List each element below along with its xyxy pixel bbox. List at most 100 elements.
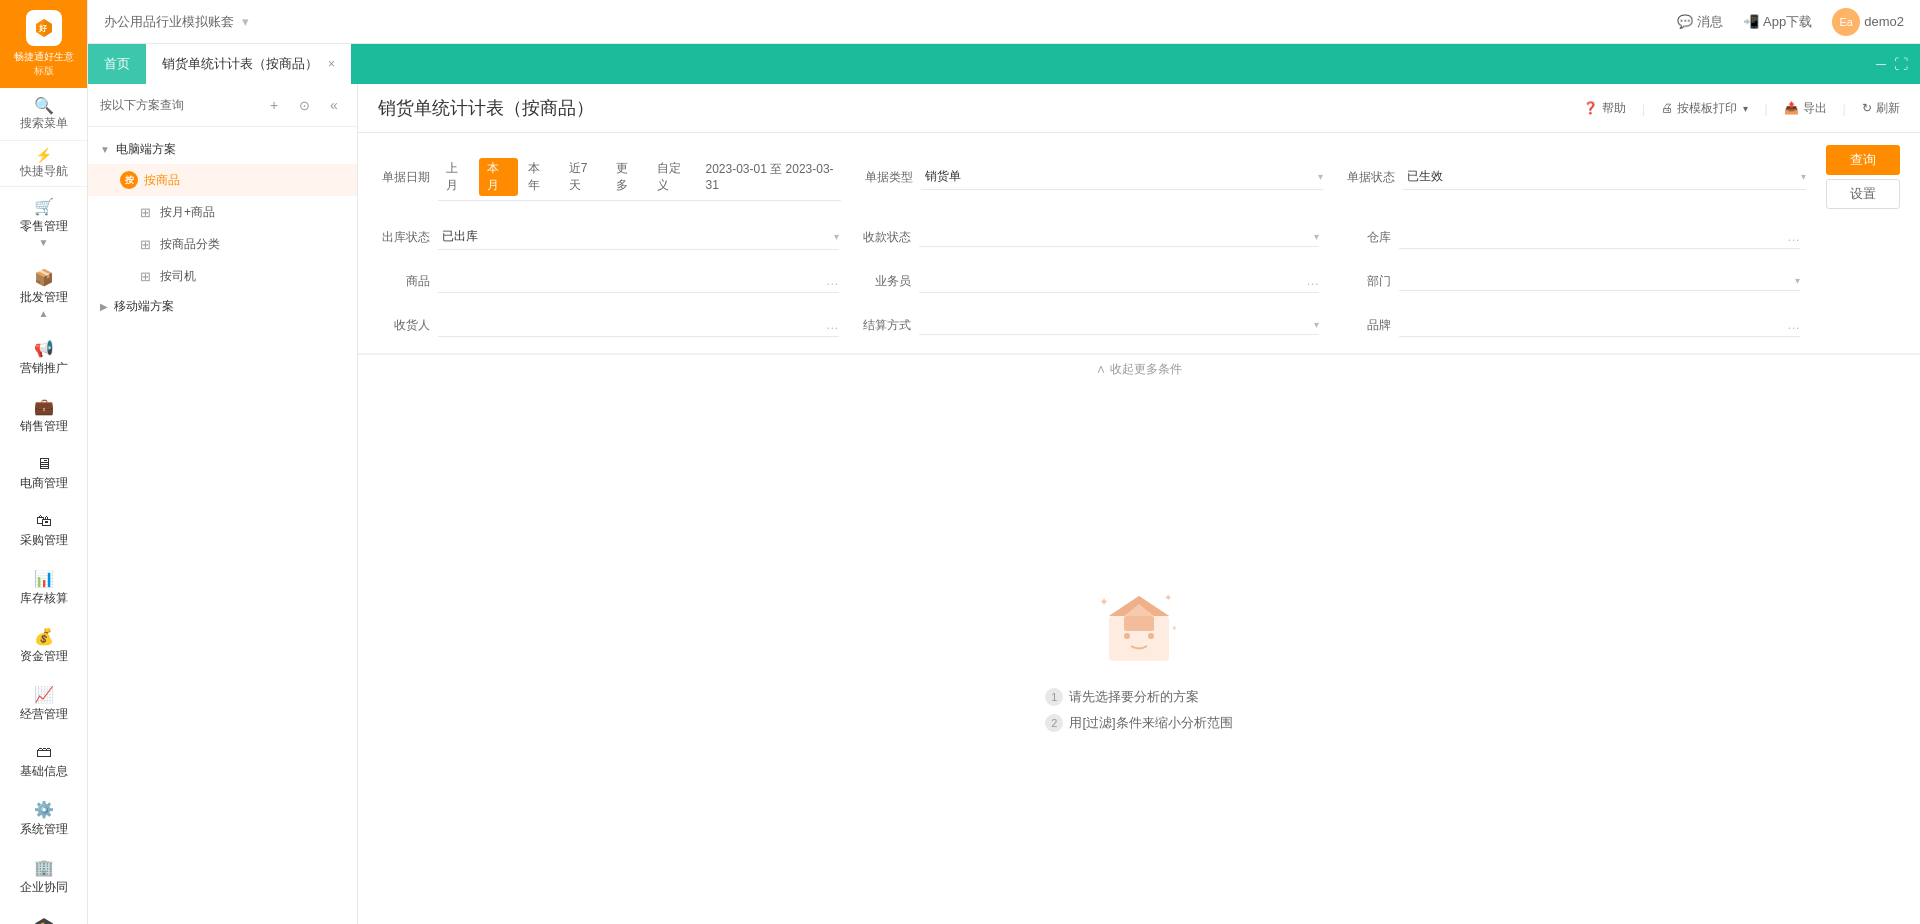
sidebar-item-sales[interactable]: 💼 销售管理 — [0, 387, 87, 445]
operation-icon: 📈 — [34, 685, 54, 704]
marketing-icon: 📢 — [34, 339, 54, 358]
tab-home[interactable]: 首页 — [88, 44, 146, 84]
messages-icon: 💬 — [1677, 14, 1693, 29]
ecommerce-icon: 🖥 — [36, 455, 52, 473]
sidebar-item-inventory[interactable]: 📊 库存核算 — [0, 559, 87, 617]
scheme-settings-btn[interactable]: ⊙ — [293, 94, 315, 116]
scheme-grid-icon-3: ⊞ — [136, 267, 154, 285]
sidebar-item-ecommerce[interactable]: 🖥 电商管理 — [0, 445, 87, 502]
search-menu[interactable]: 🔍 搜索菜单 — [0, 88, 87, 141]
dept-arrow: ▾ — [1795, 275, 1800, 286]
industry-dropdown[interactable]: ▾ — [242, 14, 249, 29]
brand-dots[interactable]: … — [1787, 317, 1800, 332]
sidebar-item-operation[interactable]: 📈 经营管理 — [0, 675, 87, 733]
date-btn-this-year[interactable]: 本年 — [520, 158, 559, 196]
doc-status-input[interactable]: 已生效 ▾ — [1403, 164, 1806, 190]
tab-close-icon[interactable]: × — [328, 57, 335, 71]
sidebar-item-wholesale[interactable]: 📦 批发管理 ▲ — [0, 258, 87, 329]
help-action[interactable]: ❓ 帮助 — [1583, 100, 1626, 117]
product-label: 商品 — [378, 273, 438, 290]
export-action[interactable]: 📤 导出 — [1784, 100, 1827, 117]
salesman-input[interactable]: … — [919, 269, 1320, 293]
user-profile[interactable]: Ea demo2 — [1832, 8, 1904, 36]
sidebar-item-newbie[interactable]: 🎓 新手引导 — [0, 906, 87, 924]
app-download-icon: 📲 — [1743, 14, 1759, 29]
retail-expand: ▼ — [39, 237, 49, 248]
messages-action[interactable]: 💬 消息 — [1677, 13, 1723, 31]
out-status-value: 已出库 — [438, 228, 834, 245]
setting-button[interactable]: 设置 — [1826, 179, 1900, 209]
scheme-by-product[interactable]: 按 按商品 — [88, 164, 357, 196]
basic-icon: 🗃 — [36, 743, 52, 761]
brand-input[interactable]: … — [1399, 313, 1800, 337]
pc-scheme-label: 电脑端方案 — [116, 141, 176, 158]
action-buttons: 查询 设置 — [1826, 145, 1900, 209]
receiver-dots[interactable]: … — [826, 317, 839, 332]
receive-status-arrow: ▾ — [1314, 231, 1319, 242]
warehouse-input[interactable]: … — [1399, 225, 1800, 249]
app-download-action[interactable]: 📲 App下载 — [1743, 13, 1812, 31]
doc-date-field: 单据日期 上月 本月 本年 近7天 更多 自定义 2023-03-01 至 20… — [378, 154, 841, 201]
dept-field: 部门 ▾ — [1339, 265, 1800, 297]
collapse-bar[interactable]: ∧ 收起更多条件 — [358, 354, 1920, 384]
pc-scheme-group[interactable]: ▼ 电脑端方案 — [88, 135, 357, 164]
date-btn-more[interactable]: 更多 — [608, 158, 647, 196]
tabbar-actions: ─ ⛶ — [1876, 56, 1920, 72]
sidebar-item-marketing[interactable]: 📢 营销推广 — [0, 329, 87, 387]
mobile-scheme-group[interactable]: ▶ 移动端方案 — [88, 292, 357, 321]
date-btn-last-month[interactable]: 上月 — [438, 158, 477, 196]
payment-arrow: ▾ — [1314, 319, 1319, 330]
svg-text:✦: ✦ — [1171, 624, 1178, 633]
collapse-label: ∧ 收起更多条件 — [1096, 362, 1181, 376]
scheme-by-driver[interactable]: ⊞ 按司机 — [88, 260, 357, 292]
dept-input[interactable]: ▾ — [1399, 271, 1800, 291]
add-scheme-btn[interactable]: + — [263, 94, 285, 116]
date-btn-7days[interactable]: 近7天 — [561, 158, 606, 196]
logo-icon: 好 — [26, 10, 62, 46]
doc-status-label: 单据状态 — [1343, 169, 1403, 186]
receive-status-label: 收款状态 — [859, 229, 919, 246]
date-btn-this-month[interactable]: 本月 — [479, 158, 518, 196]
receiver-input[interactable]: … — [438, 313, 839, 337]
product-input[interactable]: … — [438, 269, 839, 293]
tab-sales-stats[interactable]: 销货单统计计表（按商品） × — [146, 44, 351, 84]
sidebar-item-company[interactable]: 🏢 企业协同 — [0, 848, 87, 906]
salesman-dots[interactable]: … — [1306, 273, 1319, 288]
empty-illustration: ✦ ✦ ✦ — [1089, 576, 1189, 676]
svg-text:✦: ✦ — [1164, 592, 1172, 603]
filter-section: 单据日期 上月 本月 本年 近7天 更多 自定义 2023-03-01 至 20… — [358, 133, 1920, 354]
sidebar-item-basic[interactable]: 🗃 基础信息 — [0, 733, 87, 790]
salesman-label: 业务员 — [859, 273, 919, 290]
sidebar-item-finance[interactable]: 💰 资金管理 — [0, 617, 87, 675]
empty-tip-2: 2 用[过滤]条件来缩小分析范围 — [1045, 714, 1232, 732]
sidebar-item-system[interactable]: ⚙️ 系统管理 — [0, 790, 87, 848]
home-label: 首页 — [104, 55, 130, 73]
scheme-grid-icon-2: ⊞ — [136, 235, 154, 253]
tab-maximize-icon[interactable]: ⛶ — [1894, 56, 1908, 72]
scheme-by-month-product[interactable]: ⊞ 按月+商品 — [88, 196, 357, 228]
empty-tip-1: 1 请先选择要分析的方案 — [1045, 688, 1232, 706]
retail-icon: 🛒 — [34, 197, 54, 216]
tip-num-1: 1 — [1045, 688, 1063, 706]
product-dots[interactable]: … — [826, 273, 839, 288]
sidebar-item-retail[interactable]: 🛒 零售管理 ▼ — [0, 187, 87, 258]
doc-type-arrow: ▾ — [1318, 171, 1323, 182]
doc-date-label: 单据日期 — [378, 169, 438, 186]
refresh-action[interactable]: ↻ 刷新 — [1862, 100, 1900, 117]
panel-collapse-btn[interactable]: « — [323, 94, 345, 116]
warehouse-dots[interactable]: … — [1787, 229, 1800, 244]
doc-type-input[interactable]: 销货单 ▾ — [921, 164, 1324, 190]
date-btn-custom[interactable]: 自定义 — [649, 158, 699, 196]
out-status-label: 出库状态 — [378, 229, 438, 246]
scheme-by-category[interactable]: ⊞ 按商品分类 — [88, 228, 357, 260]
print-action[interactable]: 🖨 按模板打印 ▾ — [1661, 100, 1748, 117]
query-button[interactable]: 查询 — [1826, 145, 1900, 175]
tab-minimize-icon[interactable]: ─ — [1876, 56, 1886, 72]
payment-input[interactable]: ▾ — [919, 315, 1320, 335]
quick-nav[interactable]: ⚡ 快捷导航 — [0, 141, 87, 187]
out-status-input[interactable]: 已出库 ▾ — [438, 224, 839, 250]
sidebar-item-purchase[interactable]: 🛍 采购管理 — [0, 502, 87, 559]
refresh-label: 刷新 — [1876, 100, 1900, 117]
left-panel: 按以下方案查询 + ⊙ « ▼ 电脑端方案 按 按商品 ⊞ 按月+商品 — [88, 84, 358, 924]
receive-status-input[interactable]: ▾ — [919, 227, 1320, 247]
